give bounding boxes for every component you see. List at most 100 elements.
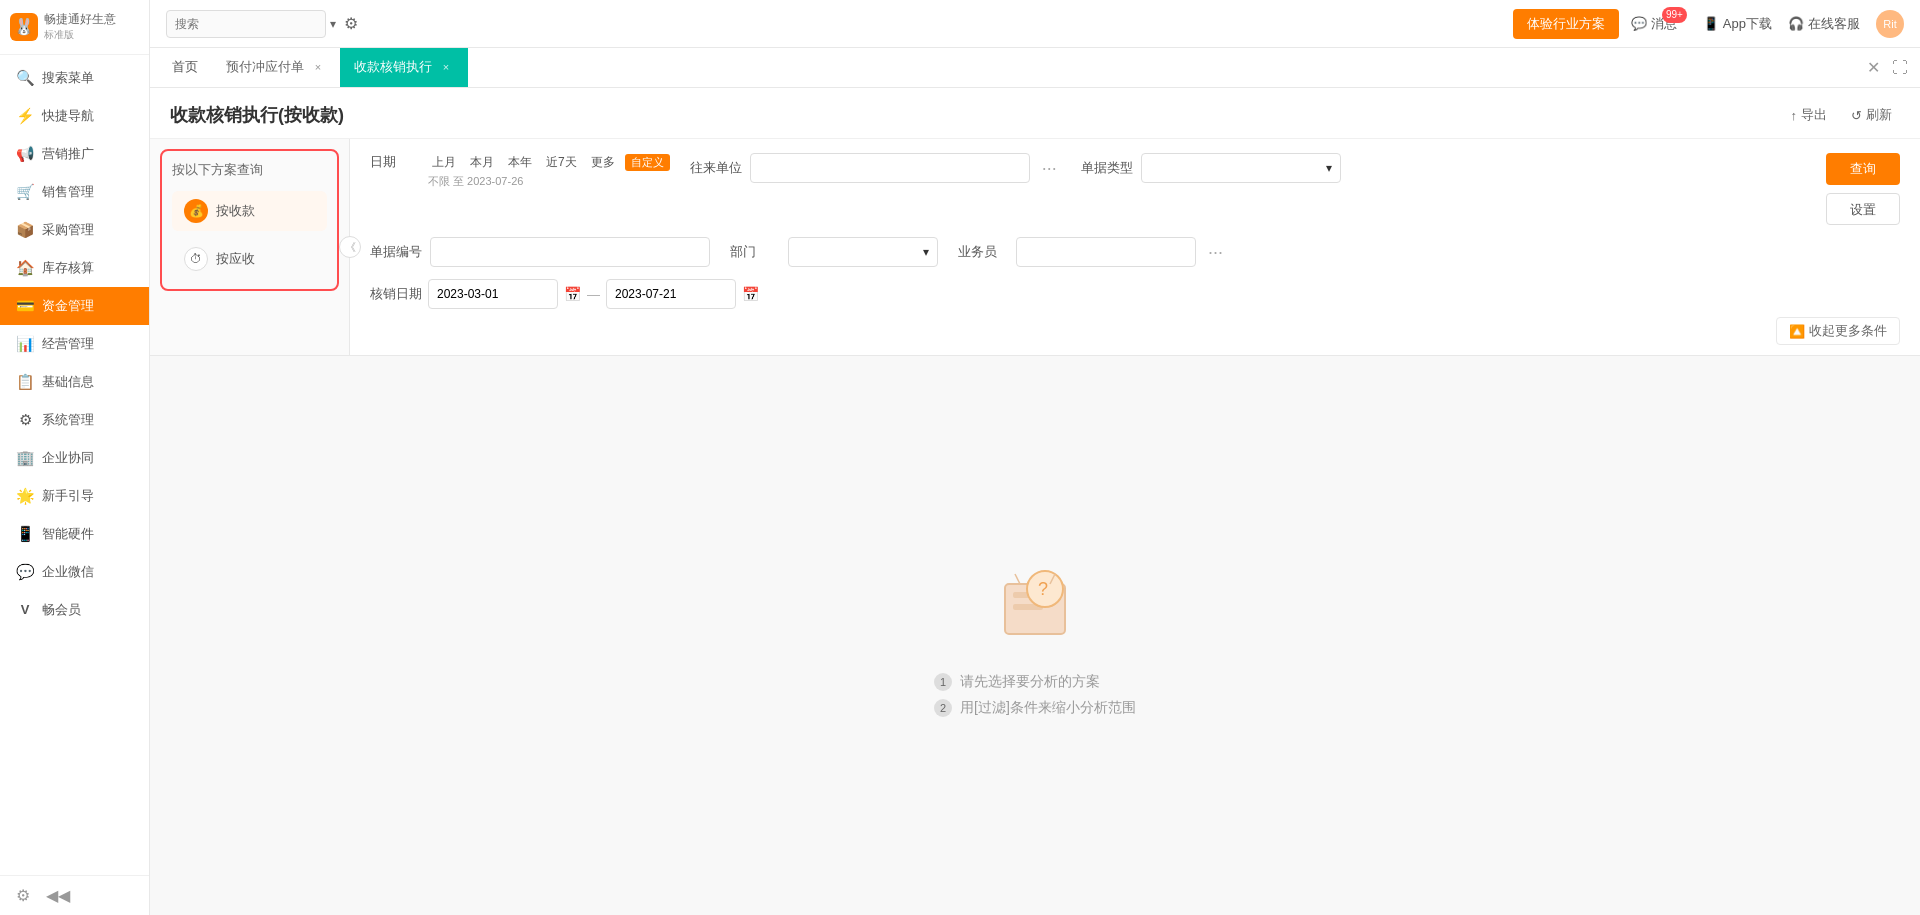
calendar-end-icon[interactable]: 📅 xyxy=(742,286,759,302)
topbar: ▾ ⚙ 体验行业方案 💬 消息 99+ 📱 App下载 🎧 在线客服 Rit xyxy=(150,0,1920,48)
topbar-left: ▾ ⚙ xyxy=(166,10,1501,38)
query-button[interactable]: 查询 xyxy=(1826,153,1900,185)
refresh-button[interactable]: ↺ 刷新 xyxy=(1843,102,1900,128)
sidebar-item-purchase[interactable]: 📦 采购管理 xyxy=(0,211,149,249)
collapse-icon[interactable]: ◀◀ xyxy=(46,886,70,905)
sidebar-item-label: 库存核算 xyxy=(42,259,94,277)
wechat-icon: 💬 xyxy=(16,563,34,581)
online-service-label: 在线客服 xyxy=(1808,15,1860,33)
doc-type-field: 单据类型 ▾ xyxy=(1081,153,1341,183)
search-input[interactable] xyxy=(166,10,326,38)
sidebar-item-label: 销售管理 xyxy=(42,183,94,201)
export-button[interactable]: ↑ 导出 xyxy=(1783,102,1836,128)
filter-collapse-button[interactable]: 《 xyxy=(339,236,361,258)
service-icon: 🎧 xyxy=(1788,16,1804,31)
inventory-icon: 🏠 xyxy=(16,259,34,277)
sidebar-item-label: 基础信息 xyxy=(42,373,94,391)
tip-text-1: 请先选择要分析的方案 xyxy=(960,673,1100,691)
hardware-icon: 📱 xyxy=(16,525,34,543)
member-icon: V xyxy=(16,601,34,619)
online-service-button[interactable]: 🎧 在线客服 xyxy=(1788,15,1860,33)
counterpart-dots-button[interactable]: ··· xyxy=(1038,158,1061,179)
sidebar-item-quick[interactable]: ⚡ 快捷导航 xyxy=(0,97,149,135)
tab-prepay[interactable]: 预付冲应付单 × xyxy=(212,48,340,87)
app-download-button[interactable]: 📱 App下载 xyxy=(1703,15,1772,33)
date-no-limit: 不限 至 2023-07-26 xyxy=(428,174,670,189)
date-links: 上月 本月 本年 近7天 更多 自定义 xyxy=(428,153,670,172)
sidebar-item-hardware[interactable]: 📱 智能硬件 xyxy=(0,515,149,553)
sidebar-item-operations[interactable]: 📊 经营管理 xyxy=(0,325,149,363)
topbar-icons: 💬 消息 99+ 📱 App下载 🎧 在线客服 Rit xyxy=(1631,10,1904,38)
sidebar-item-label: 新手引导 xyxy=(42,487,94,505)
date-separator: — xyxy=(587,287,600,302)
staff-input[interactable] xyxy=(1016,237,1196,267)
sidebar-item-system[interactable]: ⚙ 系统管理 xyxy=(0,401,149,439)
search-chevron-icon[interactable]: ▾ xyxy=(330,17,336,31)
user-profile[interactable]: Rit xyxy=(1876,10,1904,38)
operations-icon: 📊 xyxy=(16,335,34,353)
sidebar-item-member[interactable]: V 畅会员 xyxy=(0,591,149,629)
sidebar-item-search[interactable]: 🔍 搜索菜单 xyxy=(0,59,149,97)
staff-dots-button[interactable]: ··· xyxy=(1204,242,1227,263)
custom-date-badge[interactable]: 自定义 xyxy=(625,154,670,171)
sidebar-item-guide[interactable]: 🌟 新手引导 xyxy=(0,477,149,515)
tip-num-1: 1 xyxy=(934,673,952,691)
more-dates-link[interactable]: 更多 xyxy=(587,153,619,172)
filter-option-by-receipt[interactable]: 💰 按收款 xyxy=(172,191,327,231)
message-button[interactable]: 💬 消息 99+ xyxy=(1631,15,1677,33)
app-icon: 📱 xyxy=(1703,16,1719,31)
tab-home[interactable]: 首页 xyxy=(158,48,212,87)
tab-collect-close-icon[interactable]: × xyxy=(438,59,454,75)
gear-button[interactable]: ⚙ xyxy=(344,14,358,33)
sidebar-item-marketing[interactable]: 📢 营销推广 xyxy=(0,135,149,173)
refresh-label: 刷新 xyxy=(1866,106,1892,124)
tab-close-all-button[interactable]: ✕ xyxy=(1863,54,1884,81)
more-conditions-area: 🔼 收起更多条件 xyxy=(370,317,1900,345)
verify-date-end-input[interactable] xyxy=(606,279,736,309)
chevron-down-icon: ▾ xyxy=(1326,161,1332,175)
doc-type-select[interactable]: ▾ xyxy=(1141,153,1341,183)
sidebar-item-finance[interactable]: 💳 资金管理 xyxy=(0,287,149,325)
finance-icon: 💳 xyxy=(16,297,34,315)
empty-svg: ? xyxy=(985,554,1085,654)
staff-field: 业务员 ··· xyxy=(958,237,1227,267)
sidebar-item-label: 经营管理 xyxy=(42,335,94,353)
sidebar-item-label: 营销推广 xyxy=(42,145,94,163)
tab-prepay-close-icon[interactable]: × xyxy=(310,59,326,75)
empty-tip-1: 1 请先选择要分析的方案 xyxy=(934,673,1136,691)
empty-illustration: ? xyxy=(985,554,1085,657)
settings-icon[interactable]: ⚙ xyxy=(16,886,30,905)
settings-button[interactable]: 设置 xyxy=(1826,193,1900,225)
sidebar-item-enterprise[interactable]: 🏢 企业协同 xyxy=(0,439,149,477)
sidebar-item-basic[interactable]: 📋 基础信息 xyxy=(0,363,149,401)
this-year-link[interactable]: 本年 xyxy=(504,153,536,172)
counterpart-input[interactable] xyxy=(750,153,1030,183)
sales-icon: 🛒 xyxy=(16,183,34,201)
page-header: 收款核销执行(按收款) ↑ 导出 ↺ 刷新 xyxy=(150,88,1920,139)
doc-no-input[interactable] xyxy=(430,237,710,267)
industry-solution-button[interactable]: 体验行业方案 xyxy=(1513,9,1619,39)
sidebar-item-inventory[interactable]: 🏠 库存核算 xyxy=(0,249,149,287)
sidebar-item-wechat[interactable]: 💬 企业微信 xyxy=(0,553,149,591)
last-7days-link[interactable]: 近7天 xyxy=(542,153,581,172)
basic-icon: 📋 xyxy=(16,373,34,391)
sidebar-item-label: 搜索菜单 xyxy=(42,69,94,87)
counterpart-label: 往来单位 xyxy=(690,159,742,177)
empty-state: ? 1 请先选择要分析的方案 2 用[过滤]条件来缩小分析范围 xyxy=(150,356,1920,915)
filter-option-by-receivable[interactable]: ⏱ 按应收 xyxy=(172,239,327,279)
this-month-link[interactable]: 本月 xyxy=(466,153,498,172)
calendar-start-icon[interactable]: 📅 xyxy=(564,286,581,302)
empty-tips: 1 请先选择要分析的方案 2 用[过滤]条件来缩小分析范围 xyxy=(934,673,1136,717)
sidebar-item-sales[interactable]: 🛒 销售管理 xyxy=(0,173,149,211)
message-icon: 💬 xyxy=(1631,16,1647,31)
last-month-link[interactable]: 上月 xyxy=(428,153,460,172)
tab-expand-button[interactable]: ⛶ xyxy=(1888,55,1912,81)
dept-select[interactable]: ▾ xyxy=(788,237,938,267)
tab-actions: ✕ ⛶ xyxy=(1863,48,1912,87)
sidebar-item-label: 资金管理 xyxy=(42,297,94,315)
sidebar-item-label: 系统管理 xyxy=(42,411,94,429)
tab-collect[interactable]: 收款核销执行 × xyxy=(340,48,468,87)
more-conditions-button[interactable]: 🔼 收起更多条件 xyxy=(1776,317,1900,345)
verify-date-start-input[interactable] xyxy=(428,279,558,309)
filter-options: 💰 按收款 ⏱ 按应收 xyxy=(172,191,327,279)
